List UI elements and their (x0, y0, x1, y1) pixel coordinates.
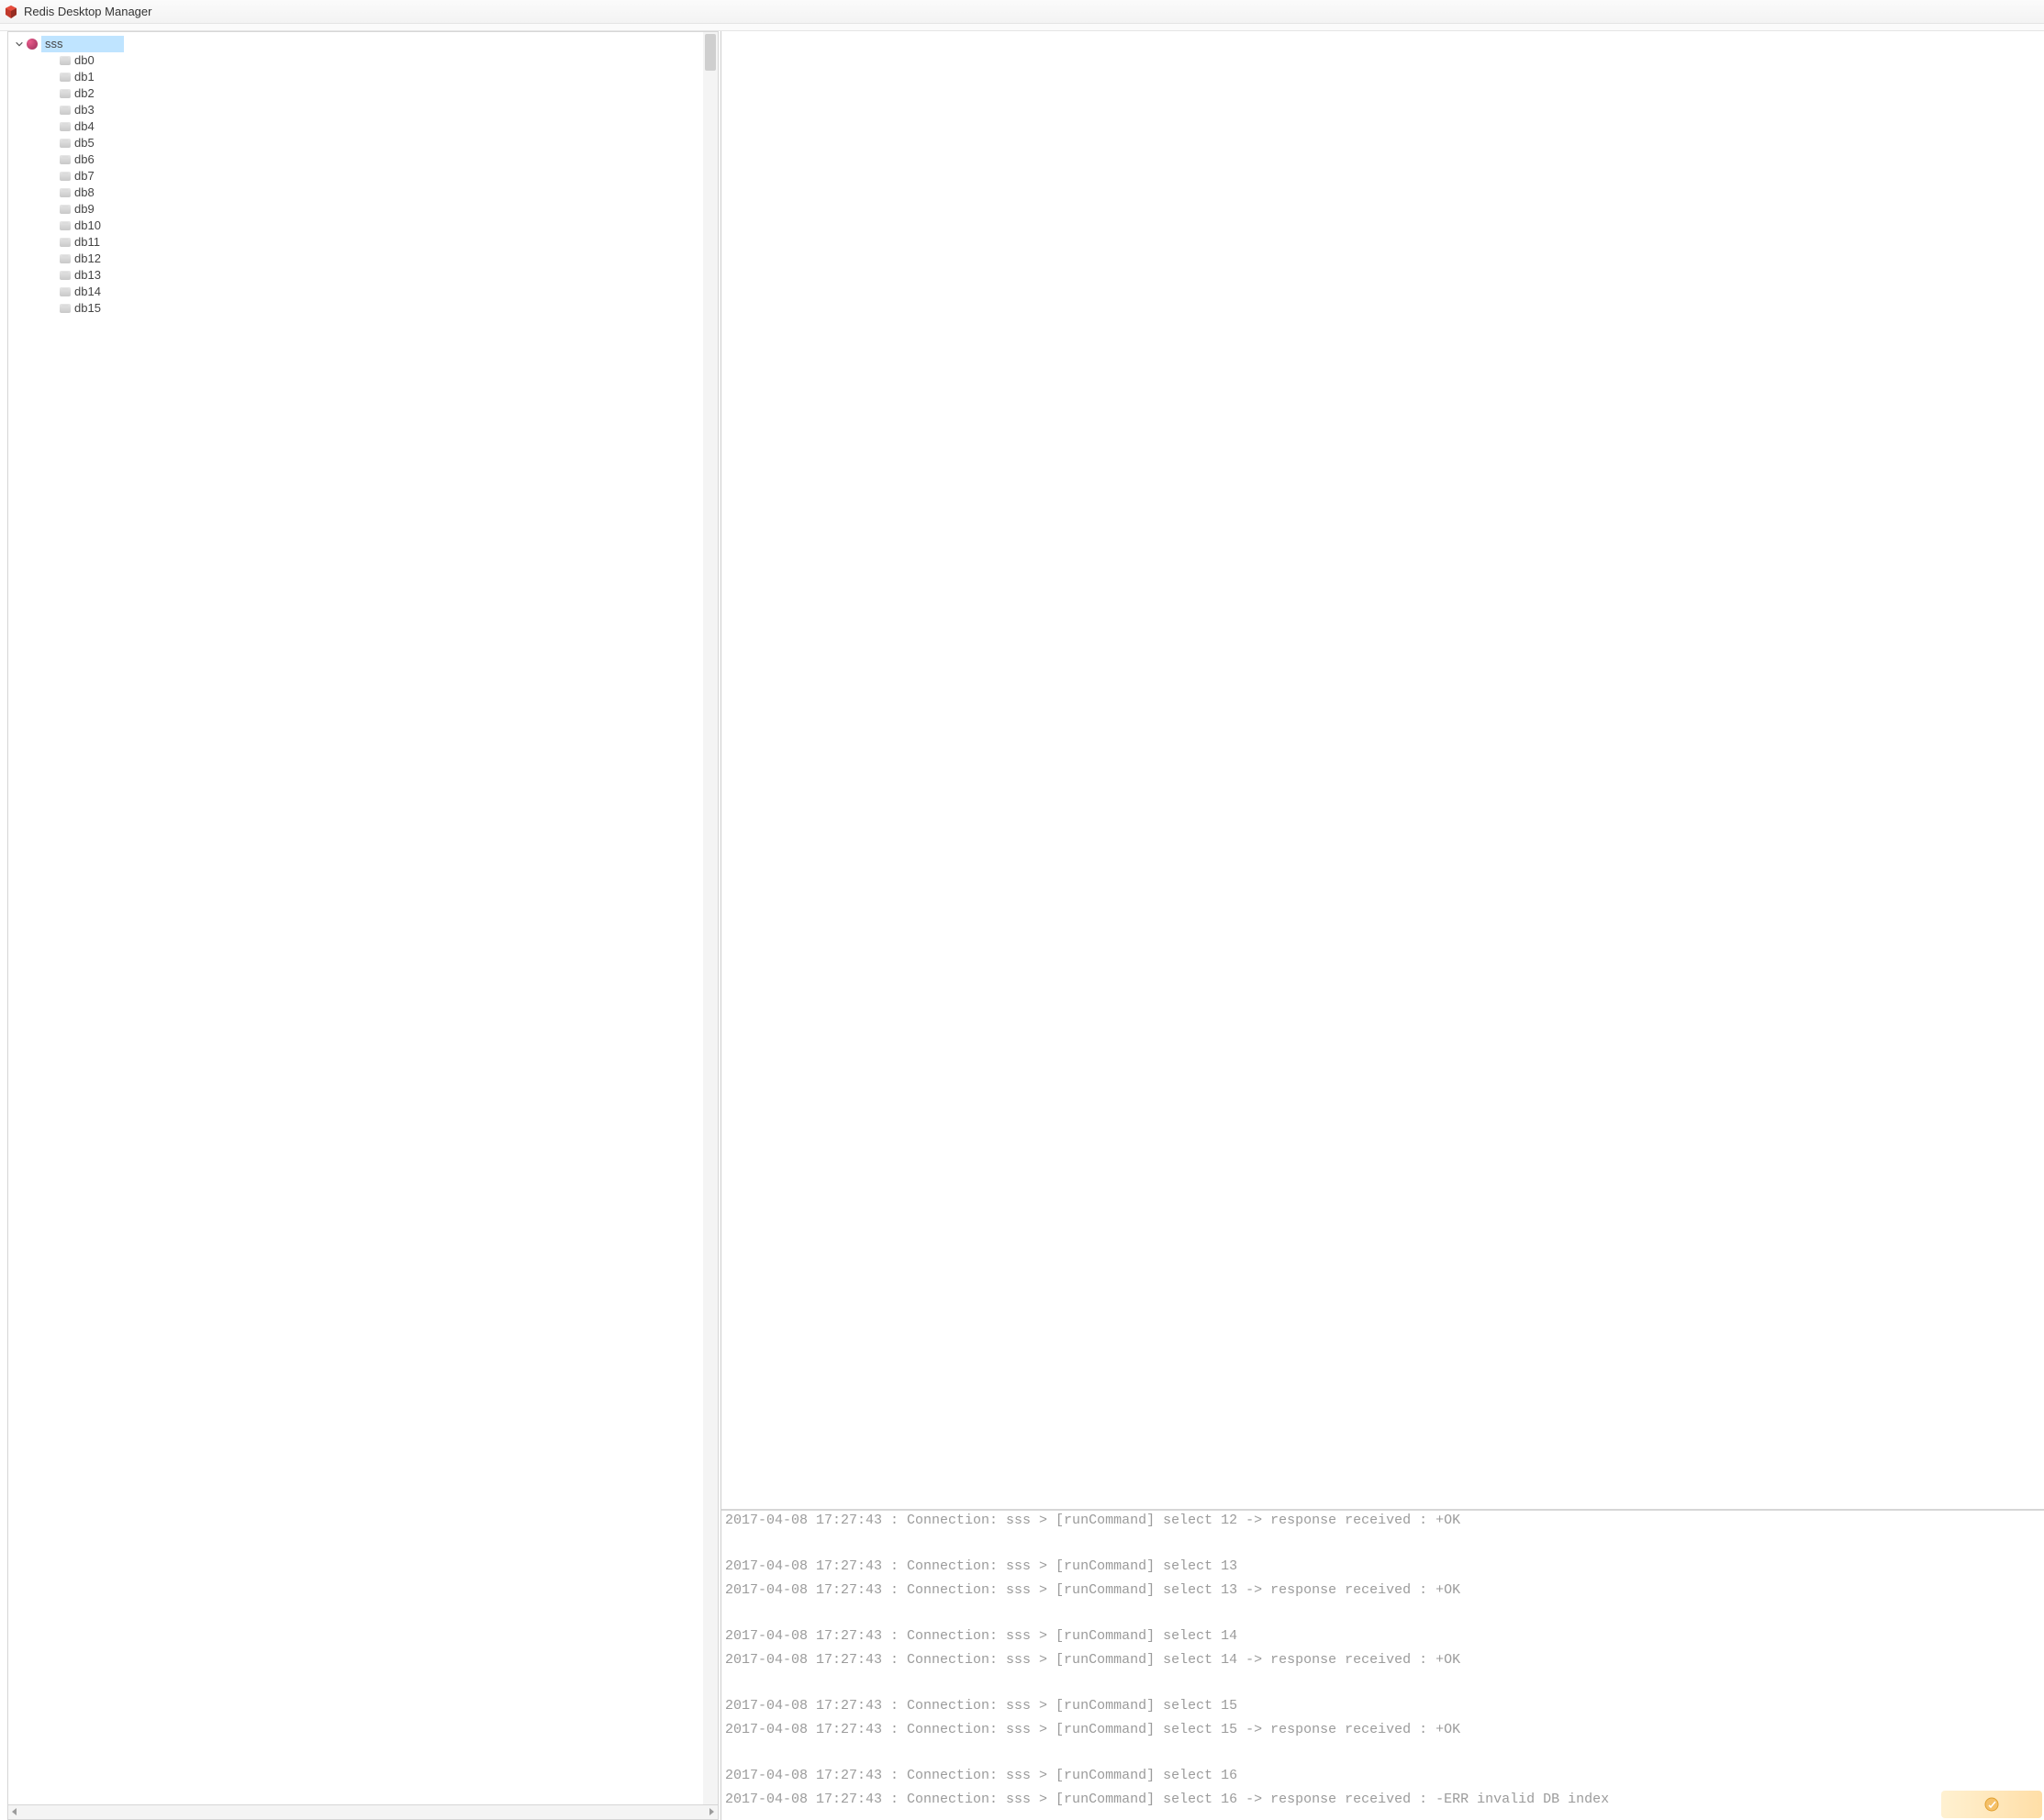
tree-node-db[interactable]: db9 (12, 201, 714, 218)
main: sss db0 db1 db2 db3 (0, 31, 2044, 1820)
log-line: 2017-04-08 17:27:43 : Connection: sss > … (725, 1579, 2040, 1602)
tree-node-label: db11 (74, 234, 100, 251)
tree-node-label: db3 (74, 102, 95, 118)
database-icon (60, 73, 71, 82)
tree-node-label: db0 (74, 52, 95, 69)
log-console[interactable]: 2017-04-08 17:27:43 : Connection: sss > … (721, 1510, 2044, 1820)
database-icon (60, 205, 71, 214)
tree-wrap: sss db0 db1 db2 db3 (7, 31, 719, 1805)
tree-node-label: db5 (74, 135, 95, 151)
titlebar: Redis Desktop Manager (0, 0, 2044, 24)
log-line: 2017-04-08 17:27:43 : Connection: sss > … (725, 1555, 2040, 1579)
database-icon (60, 172, 71, 181)
database-icon (60, 139, 71, 148)
database-icon (60, 304, 71, 313)
tree-node-db[interactable]: db7 (12, 168, 714, 184)
connection-icon (27, 39, 38, 50)
chevron-down-icon[interactable] (14, 39, 25, 50)
log-line: 2017-04-08 17:27:43 : Connection: sss > … (725, 1718, 2040, 1742)
connection-tree-panel: sss db0 db1 db2 db3 (0, 31, 721, 1820)
tree-node-db[interactable]: db4 (12, 118, 714, 135)
tree-node-label: db13 (74, 267, 101, 284)
log-line: 2017-04-08 17:27:43 : Connection: sss > … (725, 1694, 2040, 1718)
tree-node-db[interactable]: db8 (12, 184, 714, 201)
main-view (721, 31, 2044, 1510)
scrollbar-thumb[interactable] (705, 34, 716, 71)
database-icon (60, 238, 71, 247)
tree-node-db[interactable]: db2 (12, 85, 714, 102)
tree-node-label: db2 (74, 85, 95, 102)
log-line: 2017-04-08 17:27:43 : Connection: sss > … (725, 1648, 2040, 1672)
tree-node-label: db7 (74, 168, 95, 184)
database-icon (60, 122, 71, 131)
tree-node-label: db6 (74, 151, 95, 168)
tree-node-db[interactable]: db15 (12, 300, 714, 317)
tree-node-db[interactable]: db1 (12, 69, 714, 85)
tree-node-db[interactable]: db0 (12, 52, 714, 69)
database-icon (60, 221, 71, 230)
tree-node-label: db10 (74, 218, 101, 234)
tree-node-db[interactable]: db6 (12, 151, 714, 168)
tree-node-label: sss (41, 37, 67, 50)
tree-node-label: db12 (74, 251, 101, 267)
tree-node-db[interactable]: db5 (12, 135, 714, 151)
log-line: 2017-04-08 17:27:43 : Connection: sss > … (725, 1788, 2040, 1812)
tree-node-label: db14 (74, 284, 101, 300)
tree-node-label: db9 (74, 201, 95, 218)
window-title: Redis Desktop Manager (24, 5, 151, 18)
tree-node-label: db8 (74, 184, 95, 201)
tree-node-db[interactable]: db11 (12, 234, 714, 251)
tree-node-label: db15 (74, 300, 101, 317)
database-icon (60, 106, 71, 115)
connection-tree[interactable]: sss db0 db1 db2 db3 (8, 32, 718, 320)
tree-node-connection[interactable]: sss (12, 36, 714, 52)
log-line: 2017-04-08 17:27:43 : Connection: sss > … (725, 1510, 2040, 1533)
tree-horizontal-scrollbar[interactable] (7, 1805, 719, 1820)
database-icon (60, 188, 71, 197)
toolbar-strip (0, 24, 2044, 31)
tree-node-db[interactable]: db3 (12, 102, 714, 118)
database-icon (60, 56, 71, 65)
tree-node-label: db4 (74, 118, 95, 135)
tree-node-db[interactable]: db14 (12, 284, 714, 300)
database-icon (60, 254, 71, 263)
log-line: 2017-04-08 17:27:43 : Connection: sss > … (725, 1764, 2040, 1788)
tree-node-label: db1 (74, 69, 95, 85)
tree-vertical-scrollbar[interactable] (703, 32, 718, 1804)
database-icon (60, 287, 71, 296)
tree-node-db[interactable]: db13 (12, 267, 714, 284)
database-icon (60, 155, 71, 164)
right-pane: 2017-04-08 17:27:43 : Connection: sss > … (721, 31, 2044, 1820)
database-icon (60, 271, 71, 280)
tree-node-db[interactable]: db12 (12, 251, 714, 267)
app-icon (4, 5, 18, 19)
log-line: 2017-04-08 17:27:43 : Connection: sss > … (725, 1625, 2040, 1648)
tree-node-db[interactable]: db10 (12, 218, 714, 234)
database-icon (60, 89, 71, 98)
watermark-icon (1941, 1791, 2042, 1818)
